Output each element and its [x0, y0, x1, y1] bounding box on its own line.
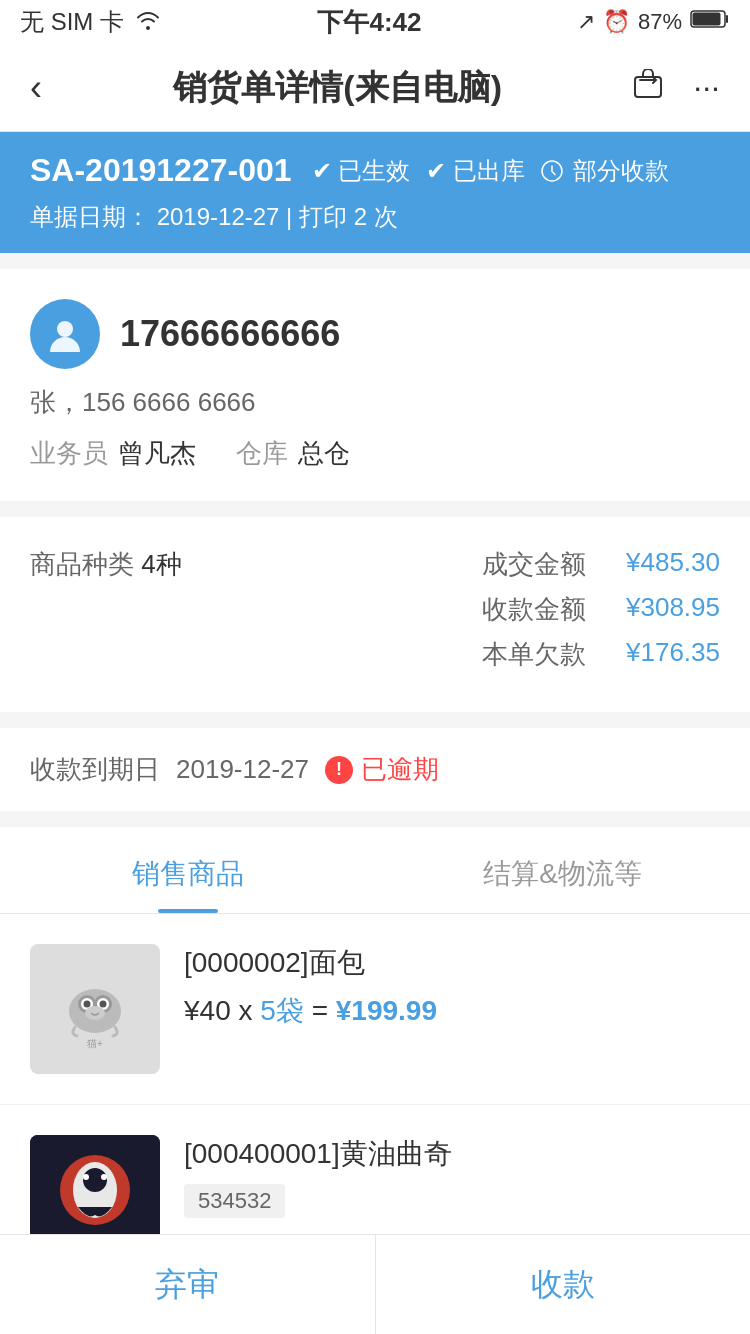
debt-amount-row: 本单欠款 ¥176.35	[482, 637, 720, 672]
customer-row: 17666666666	[30, 299, 720, 369]
product-name-cookie: [000400001]黄油曲奇	[184, 1135, 720, 1173]
alarm-icon: ⏰	[603, 9, 630, 35]
status-right: ↗ ⏰ 87%	[577, 9, 730, 35]
svg-point-12	[85, 1006, 105, 1020]
tabs-row: 销售商品 结算&物流等	[0, 827, 750, 914]
location-icon: ↗	[577, 9, 595, 35]
svg-point-19	[101, 1174, 107, 1180]
due-section: 收款到期日 2019-12-27 ! 已逾期	[0, 728, 750, 811]
stats-left: 商品种类 4种	[30, 547, 182, 582]
customer-contact: 张，156 6666 6666	[30, 385, 720, 420]
avatar	[30, 299, 100, 369]
overdue-icon: !	[325, 756, 353, 784]
sales-person: 业务员 曾凡杰	[30, 436, 196, 471]
due-date-value: 2019-12-27	[176, 754, 309, 785]
svg-point-11	[100, 1001, 107, 1008]
order-header-top: SA-20191227-001 ✔ 已生效 ✔ 已出库 部分收款	[30, 152, 720, 189]
tab-sales-products[interactable]: 销售商品	[0, 827, 375, 913]
stats-right: 成交金额 ¥485.30 收款金额 ¥308.95 本单欠款 ¥176.35	[482, 547, 720, 682]
more-icon[interactable]: ···	[693, 69, 720, 106]
order-header: SA-20191227-001 ✔ 已生效 ✔ 已出库 部分收款 单据日期： 2…	[0, 132, 750, 253]
customer-section: 17666666666 张，156 6666 6666 业务员 曾凡杰 仓库 总…	[0, 269, 750, 501]
badge-shipped: ✔ 已出库	[426, 155, 525, 187]
order-id: SA-20191227-001	[30, 152, 292, 189]
nav-bar: ‹ 销货单详情(来自电脑) ···	[0, 44, 750, 132]
product-details-bread: [0000002]面包 ¥40 x 5袋 = ¥199.99	[184, 944, 720, 1030]
customer-meta: 业务员 曾凡杰 仓库 总仓	[30, 436, 720, 471]
svg-text:猫+: 猫+	[87, 1038, 103, 1049]
svg-point-17	[83, 1168, 107, 1192]
status-bar: 无 SIM 卡 下午4:42 ↗ ⏰ 87%	[0, 0, 750, 44]
nav-actions: ···	[633, 69, 720, 107]
tab-settlement[interactable]: 结算&物流等	[375, 827, 750, 913]
badge-partial-payment: 部分收款	[541, 155, 669, 187]
product-image-bread: 猫+	[30, 944, 160, 1074]
svg-point-4	[57, 321, 73, 337]
wifi-icon	[134, 8, 162, 36]
product-name-bread: [0000002]面包	[184, 944, 720, 982]
warehouse: 仓库 总仓	[236, 436, 350, 471]
cancel-review-button[interactable]: 弃审	[0, 1235, 376, 1334]
overdue-text: 已逾期	[361, 752, 439, 787]
collect-payment-button[interactable]: 收款	[376, 1235, 751, 1334]
battery-icon	[690, 9, 730, 35]
status-left: 无 SIM 卡	[20, 6, 162, 38]
due-date-label: 收款到期日	[30, 752, 160, 787]
product-price-bread: ¥40 x 5袋 = ¥199.99	[184, 992, 720, 1030]
tabs-section: 销售商品 结算&物流等	[0, 827, 750, 1301]
svg-rect-1	[692, 13, 720, 26]
battery-text: 87%	[638, 9, 682, 35]
overdue-badge: ! 已逾期	[325, 752, 439, 787]
deal-amount-row: 成交金额 ¥485.30	[482, 547, 720, 582]
page-title: 销货单详情(来自电脑)	[173, 65, 502, 111]
product-sku-cookie: 534532	[184, 1184, 285, 1218]
stats-section: 商品种类 4种 成交金额 ¥485.30 收款金额 ¥308.95 本单欠款 ¥…	[0, 517, 750, 712]
carrier-text: 无 SIM 卡	[20, 6, 124, 38]
svg-point-18	[83, 1174, 89, 1180]
order-badges: ✔ 已生效 ✔ 已出库 部分收款	[312, 155, 669, 187]
product-item: 猫+ [0000002]面包 ¥40 x 5袋 = ¥199.99	[0, 914, 750, 1105]
payment-amount-row: 收款金额 ¥308.95	[482, 592, 720, 627]
svg-point-10	[84, 1001, 91, 1008]
bottom-bar: 弃审 收款	[0, 1234, 750, 1334]
back-button[interactable]: ‹	[30, 67, 42, 109]
badge-active: ✔ 已生效	[312, 155, 411, 187]
customer-name: 17666666666	[120, 313, 340, 355]
status-time: 下午4:42	[317, 5, 421, 40]
order-date-row: 单据日期： 2019-12-27 | 打印 2 次	[30, 201, 720, 233]
share-icon[interactable]	[633, 69, 663, 107]
